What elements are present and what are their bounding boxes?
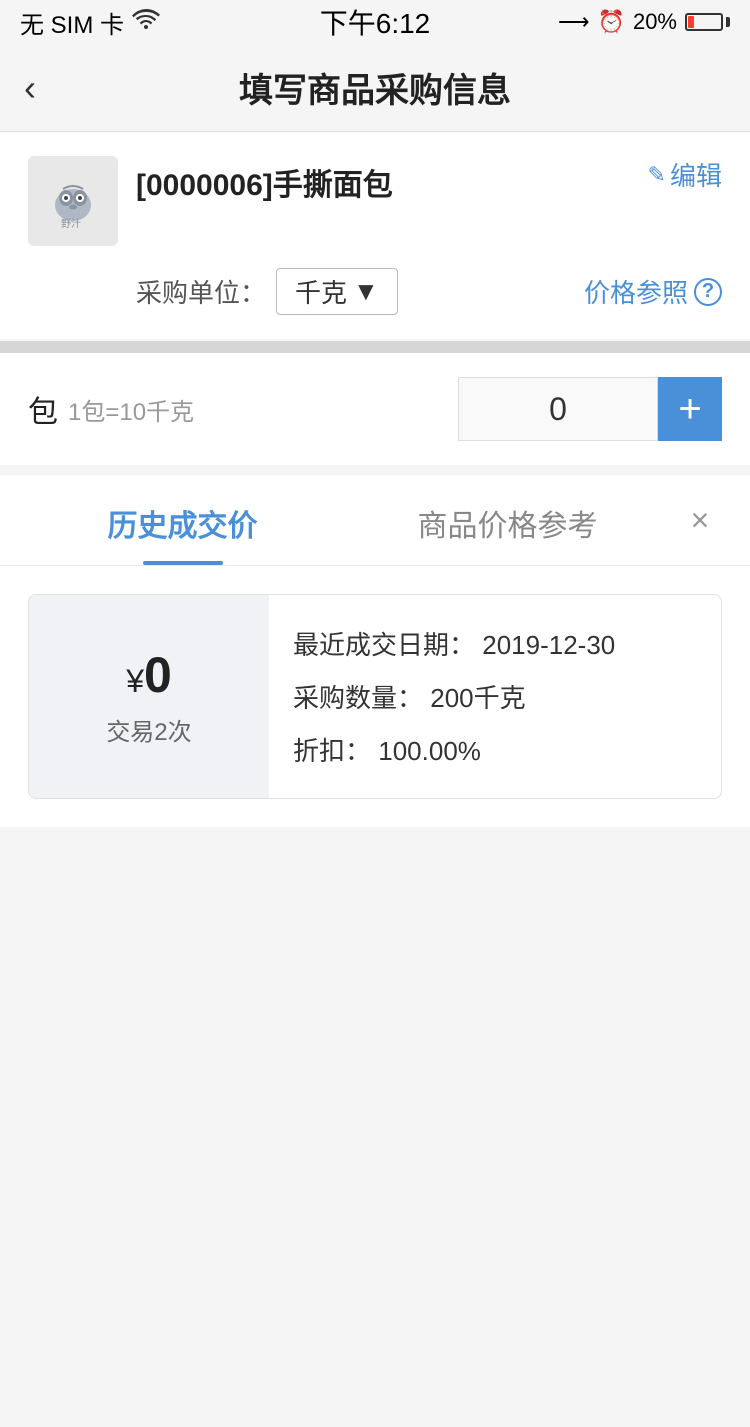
unit-label: 采购单位： xyxy=(136,273,266,310)
tabs-panel: 历史成交价 商品价格参考 × ¥0 交易2次 最近成交日期： 2019-12-3… xyxy=(0,475,750,827)
date-label: 最近成交日期： xyxy=(293,630,475,660)
battery-icon xyxy=(685,13,730,31)
page-title: 填写商品采购信息 xyxy=(239,63,511,112)
wifi-icon xyxy=(132,8,160,36)
tabs-header: 历史成交价 商品价格参考 × xyxy=(0,475,750,566)
history-price-panel: ¥0 交易2次 xyxy=(29,595,269,798)
status-left: 无 SIM 卡 xyxy=(20,5,160,40)
product-name: [0000006]手撕面包 xyxy=(136,156,393,204)
quantity-row: 包 1包=10千克 + xyxy=(0,353,750,465)
discount-value: 100.00% xyxy=(378,736,481,766)
history-discount-row: 折扣： 100.00% xyxy=(293,731,697,768)
history-details-panel: 最近成交日期： 2019-12-30 采购数量： 200千克 折扣： 100.0… xyxy=(269,595,721,798)
back-button[interactable]: ‹ xyxy=(24,67,36,109)
quantity-input-wrap: + xyxy=(458,377,722,441)
tab-history-price[interactable]: 历史成交价 xyxy=(20,475,345,565)
history-qty-row: 采购数量： 200千克 xyxy=(293,678,697,715)
history-price-value: ¥0 xyxy=(126,646,172,704)
product-thumbnail: 野汁 xyxy=(28,156,118,246)
history-date-row: 最近成交日期： 2019-12-30 xyxy=(293,625,697,662)
location-icon: ⟶ xyxy=(558,9,590,35)
quantity-plus-button[interactable]: + xyxy=(658,377,722,441)
main-background xyxy=(0,827,750,1427)
unit-dropdown[interactable]: 千克 ▼ xyxy=(276,268,398,315)
sim-text: 无 SIM 卡 xyxy=(20,5,124,40)
history-trades-count: 交易2次 xyxy=(106,712,191,747)
history-content: ¥0 交易2次 最近成交日期： 2019-12-30 采购数量： 200千克 折… xyxy=(0,566,750,827)
status-right: ⟶ ⏰ 20% xyxy=(558,9,730,35)
history-card: ¥0 交易2次 最近成交日期： 2019-12-30 采购数量： 200千克 折… xyxy=(28,594,722,799)
status-bar: 无 SIM 卡 下午6:12 ⟶ ⏰ 20% xyxy=(0,0,750,44)
svg-text:野汁: 野汁 xyxy=(61,217,81,230)
battery-percent: 20% xyxy=(633,9,677,35)
date-value: 2019-12-30 xyxy=(482,630,615,660)
quantity-sub-label: 1包=10千克 xyxy=(68,392,194,427)
quantity-input[interactable] xyxy=(458,377,658,441)
edit-icon: ✎ xyxy=(648,162,666,188)
dropdown-arrow-icon: ▼ xyxy=(353,276,379,307)
edit-button[interactable]: ✎ 编辑 xyxy=(648,156,722,193)
qty-value: 200千克 xyxy=(430,683,525,713)
quantity-unit-label: 包 xyxy=(28,387,58,431)
section-divider xyxy=(0,341,750,353)
alarm-icon: ⏰ xyxy=(598,9,625,35)
currency-symbol: ¥ xyxy=(126,663,144,699)
header: ‹ 填写商品采购信息 xyxy=(0,44,750,132)
price-reference-button[interactable]: 价格参照 ? xyxy=(584,273,722,310)
product-card: 野汁 [0000006]手撕面包 ✎ 编辑 采购单位： 千克 ▼ 价格参照 ? xyxy=(0,132,750,339)
tab-price-reference[interactable]: 商品价格参考 xyxy=(345,475,670,565)
quantity-label-wrap: 包 1包=10千克 xyxy=(28,387,194,431)
status-time: 下午6:12 xyxy=(320,2,431,42)
unit-row: 采购单位： 千克 ▼ xyxy=(136,268,398,315)
help-icon: ? xyxy=(694,278,722,306)
tab-close-button[interactable]: × xyxy=(670,490,730,550)
unit-value: 千克 xyxy=(295,273,347,310)
qty-label: 采购数量： xyxy=(293,683,423,713)
discount-label: 折扣： xyxy=(293,736,371,766)
